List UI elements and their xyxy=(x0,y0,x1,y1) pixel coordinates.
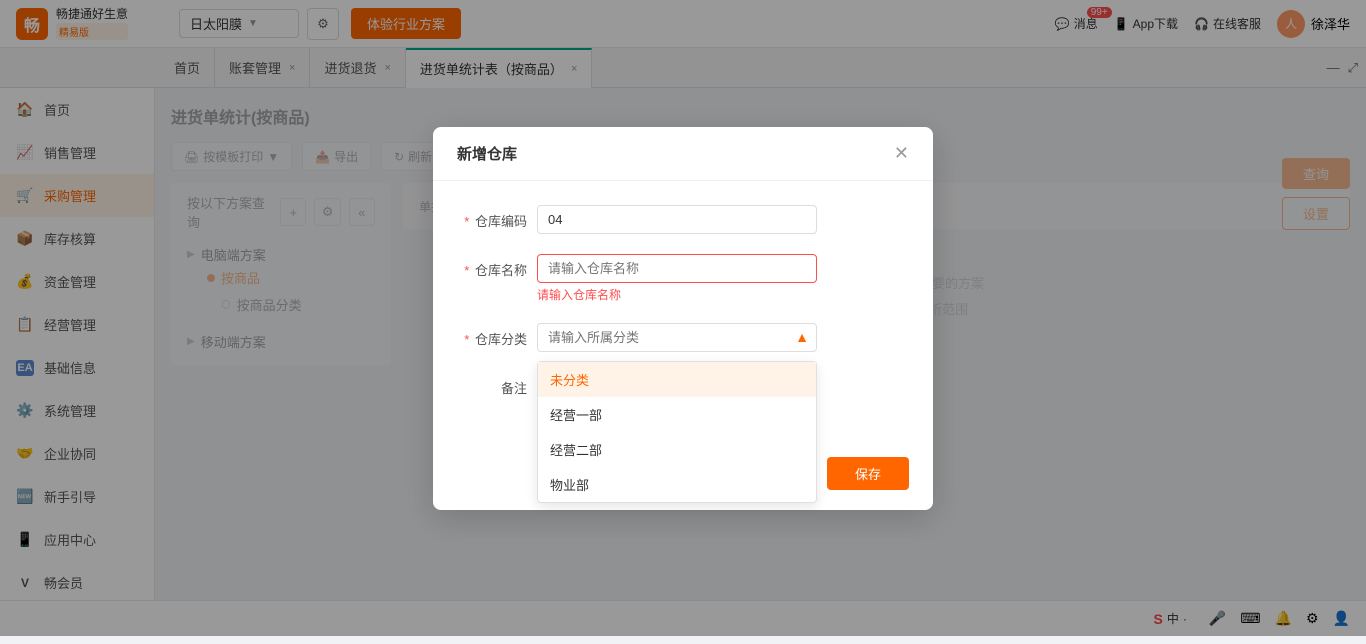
dropdown-option-dept1[interactable]: 经营一部 xyxy=(538,397,816,432)
modal-close-icon[interactable]: ✕ xyxy=(894,143,909,164)
save-button[interactable]: 保存 xyxy=(827,457,909,490)
dropdown-option-dept2[interactable]: 经营二部 xyxy=(538,432,816,467)
modal-header: 新增仓库 ✕ xyxy=(433,127,933,181)
required-star-code: * xyxy=(464,214,469,229)
name-field-wrapper: 请输入仓库名称 xyxy=(537,254,817,303)
category-field-row: * 仓库分类 ▲ 未分类 经营一部 经营二部 物业部 xyxy=(457,323,909,352)
dropdown-arrow-icon[interactable]: ▲ xyxy=(795,329,809,345)
code-input[interactable] xyxy=(537,205,817,234)
content-area: 进货单统计(按商品) 🖨 按模板打印 ▼ 📤 导出 ↻ 刷新 xyxy=(155,88,1366,636)
name-input[interactable] xyxy=(537,254,817,283)
main-layout: 🏠 首页 📈 销售管理 🛒 采购管理 📦 库存核算 💰 资金管理 📋 经营管理 … xyxy=(0,88,1366,636)
modal-body: * 仓库编码 * 仓库名称 请输入仓库名称 xyxy=(433,181,933,445)
category-label: * 仓库分类 xyxy=(457,323,537,348)
dropdown-option-uncategorized[interactable]: 未分类 xyxy=(538,362,816,397)
add-warehouse-modal: 新增仓库 ✕ * 仓库编码 * xyxy=(433,127,933,510)
category-input[interactable] xyxy=(537,323,817,352)
category-dropdown-list: 未分类 经营一部 经营二部 物业部 xyxy=(537,361,817,503)
name-field-row: * 仓库名称 请输入仓库名称 xyxy=(457,254,909,303)
modal-overlay: 新增仓库 ✕ * 仓库编码 * xyxy=(155,88,1366,636)
required-star-category: * xyxy=(464,332,469,347)
name-label: * 仓库名称 xyxy=(457,254,537,279)
dropdown-option-property[interactable]: 物业部 xyxy=(538,467,816,502)
name-error-msg: 请输入仓库名称 xyxy=(537,286,817,303)
note-label: 备注 xyxy=(457,372,537,397)
required-star-name: * xyxy=(464,263,469,278)
category-dropdown: ▲ 未分类 经营一部 经营二部 物业部 xyxy=(537,323,817,352)
code-field-row: * 仓库编码 xyxy=(457,205,909,234)
modal-title: 新增仓库 xyxy=(457,143,517,164)
code-label: * 仓库编码 xyxy=(457,205,537,230)
